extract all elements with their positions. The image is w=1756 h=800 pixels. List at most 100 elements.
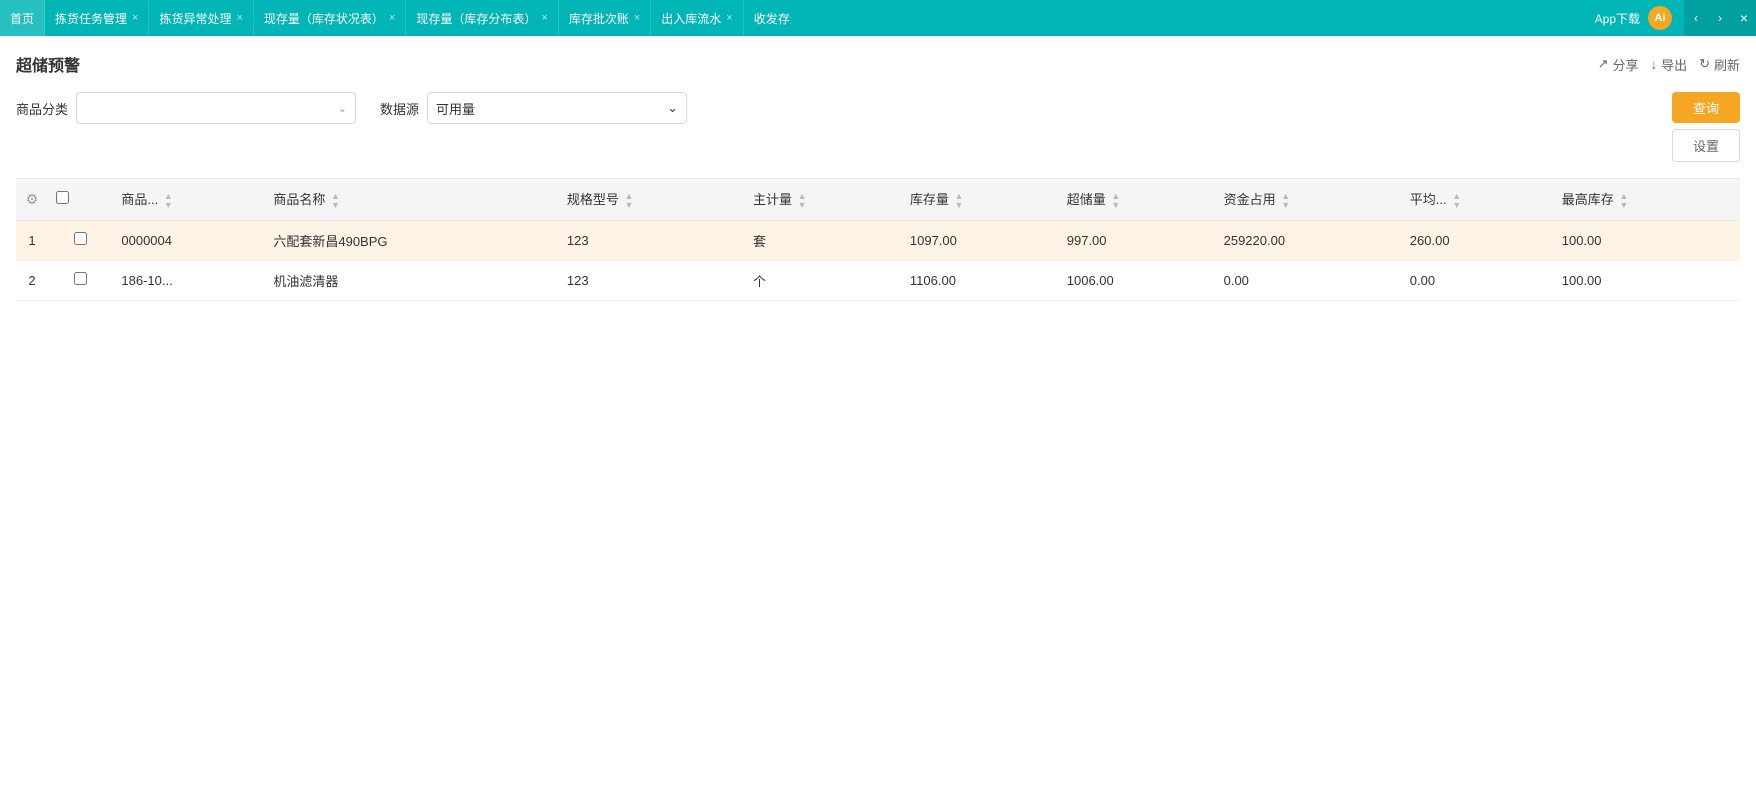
stock_qty-cell-1: 1106.00 [902,260,1059,300]
product-code-sort-icon: ▲▼ [164,192,173,210]
gear-icon[interactable]: ⚙ [26,191,39,207]
fund_occ-cell-0: 259220.00 [1216,220,1402,260]
table-body: 1 0000004六配套新昌490BPG123套1097.00997.002592… [16,220,1740,300]
main-content: 超储预警 ↗ 分享 ↓ 导出 ↻ 刷新 商品分类 ⌄ [0,36,1756,800]
max_stock-cell-0: 100.00 [1554,220,1740,260]
data-table: ⚙ 商品... ▲▼ 商品名称 ▲▼ 规格型号 ▲▼ 主计 [16,178,1740,301]
nav-close-inout-flow[interactable]: × [726,12,732,24]
unit-sort-icon: ▲▼ [798,192,807,210]
datasource-label: 数据源 [380,99,419,118]
nav-item-batch[interactable]: 库存批次账 × [559,0,651,36]
stock_qty-cell-0: 1097.00 [902,220,1059,260]
nav-item-exception[interactable]: 拣货异常处理 × [149,0,253,36]
product_name-cell-0: 六配套新昌490BPG [265,220,559,260]
nav-close-inventory-status[interactable]: × [389,12,395,24]
category-label: 商品分类 [16,99,68,118]
refresh-label: 刷新 [1714,55,1740,74]
category-chevron-icon: ⌄ [338,102,347,115]
spec-cell-0: 123 [559,220,745,260]
nav-item-receive-send[interactable]: 收发存汇总表× [744,0,792,36]
category-filter: 商品分类 ⌄ [16,92,356,124]
avg-cell-0: 260.00 [1402,220,1554,260]
nav-item-label-task-mgmt: 拣货任务管理 [55,10,127,27]
over-qty-col-header[interactable]: 超储量 ▲▼ [1059,179,1216,221]
datasource-value: 可用量 [436,99,475,118]
page-title: 超储预警 [16,52,80,76]
page-header: 超储预警 ↗ 分享 ↓ 导出 ↻ 刷新 [16,52,1740,76]
datasource-select[interactable]: 可用量 ⌄ [427,92,687,124]
nav-close-batch[interactable]: × [634,12,640,24]
top-nav: 首页拣货任务管理×拣货异常处理×现存量（库存状况表）×现存量（库存分布表）×库存… [0,0,1756,36]
fund_occ-cell-1: 0.00 [1216,260,1402,300]
row-checkbox-cell-0 [48,220,113,260]
nav-item-inventory-status[interactable]: 现存量（库存状况表） × [254,0,406,36]
over_qty-cell-0: 997.00 [1059,220,1216,260]
stock-qty-col-header[interactable]: 库存量 ▲▼ [902,179,1059,221]
unit-col-header[interactable]: 主计量 ▲▼ [745,179,902,221]
nav-item-inventory-dist[interactable]: 现存量（库存分布表） × [406,0,558,36]
nav-left-arrow[interactable]: ‹ [1684,0,1708,36]
avg-cell-1: 0.00 [1402,260,1554,300]
category-select[interactable]: ⌄ [76,92,356,124]
header-actions: ↗ 分享 ↓ 导出 ↻ 刷新 [1598,55,1740,74]
product-name-col-header[interactable]: 商品名称 ▲▼ [265,179,559,221]
row-checkbox-0[interactable] [74,232,87,245]
spec-col-header[interactable]: 规格型号 ▲▼ [559,179,745,221]
avg-col-header[interactable]: 平均... ▲▼ [1402,179,1554,221]
datasource-chevron-icon: ⌄ [667,100,678,116]
settings-col-header[interactable]: ⚙ [16,179,48,221]
app-download-label: App下载 [1595,10,1640,27]
row-checkbox-1[interactable] [74,272,87,285]
spec-cell-1: 123 [559,260,745,300]
nav-item-label-inventory-dist: 现存量（库存分布表） [416,10,536,27]
nav-close-exception[interactable]: × [236,12,242,24]
checkbox-col-header [48,179,113,221]
nav-item-home[interactable]: 首页 [0,0,45,36]
nav-close-arrow[interactable]: × [1732,0,1756,36]
avatar[interactable]: Ai [1648,6,1672,30]
select-all-checkbox[interactable] [56,191,69,204]
nav-right-arrow[interactable]: › [1708,0,1732,36]
refresh-button[interactable]: ↻ 刷新 [1699,55,1740,74]
set-button[interactable]: 设置 [1672,129,1740,162]
max-stock-col-header[interactable]: 最高库存 ▲▼ [1554,179,1740,221]
nav-item-label-inventory-status: 现存量（库存状况表） [264,10,384,27]
fund-occ-sort-icon: ▲▼ [1281,192,1290,210]
export-icon: ↓ [1651,57,1658,72]
nav-item-label-exception: 拣货异常处理 [159,10,231,27]
max-stock-sort-icon: ▲▼ [1619,192,1628,210]
table-row: 1 0000004六配套新昌490BPG123套1097.00997.002592… [16,220,1740,260]
share-icon: ↗ [1598,56,1609,72]
row-num-1: 2 [16,260,48,300]
table-row: 2186-10...机油滤清器123个1106.001006.000.000.0… [16,260,1740,300]
table-header: ⚙ 商品... ▲▼ 商品名称 ▲▼ 规格型号 ▲▼ 主计 [16,179,1740,221]
product_code-cell-1: 186-10... [113,260,265,300]
datasource-filter: 数据源 可用量 ⌄ [380,92,687,124]
refresh-icon: ↻ [1699,56,1710,72]
row-num-0: 1 [16,220,48,260]
export-button[interactable]: ↓ 导出 [1651,55,1688,74]
stock-qty-sort-icon: ▲▼ [955,192,964,210]
nav-close-task-mgmt[interactable]: × [132,12,138,24]
nav-item-task-mgmt[interactable]: 拣货任务管理 × [45,0,149,36]
share-label: 分享 [1613,55,1639,74]
product_code-cell-0: 0000004 [113,220,265,260]
product-name-sort-icon: ▲▼ [331,192,340,210]
row-checkbox-cell-1 [48,260,113,300]
spec-sort-icon: ▲▼ [625,192,634,210]
over_qty-cell-1: 1006.00 [1059,260,1216,300]
unit-cell-0: 套 [745,220,902,260]
fund-occ-col-header[interactable]: 资金占用 ▲▼ [1216,179,1402,221]
query-button[interactable]: 查询 [1672,92,1740,123]
nav-item-label-batch: 库存批次账 [569,10,629,27]
export-label: 导出 [1661,55,1687,74]
product_name-cell-1: 机油滤清器 [265,260,559,300]
over-qty-sort-icon: ▲▼ [1111,192,1120,210]
avg-sort-icon: ▲▼ [1452,192,1461,210]
unit-cell-1: 个 [745,260,902,300]
nav-item-inout-flow[interactable]: 出入库流水 × [651,0,743,36]
product-code-col-header[interactable]: 商品... ▲▼ [113,179,265,221]
nav-item-label-inout-flow: 出入库流水 [661,10,721,27]
nav-close-inventory-dist[interactable]: × [541,12,547,24]
share-button[interactable]: ↗ 分享 [1598,55,1639,74]
